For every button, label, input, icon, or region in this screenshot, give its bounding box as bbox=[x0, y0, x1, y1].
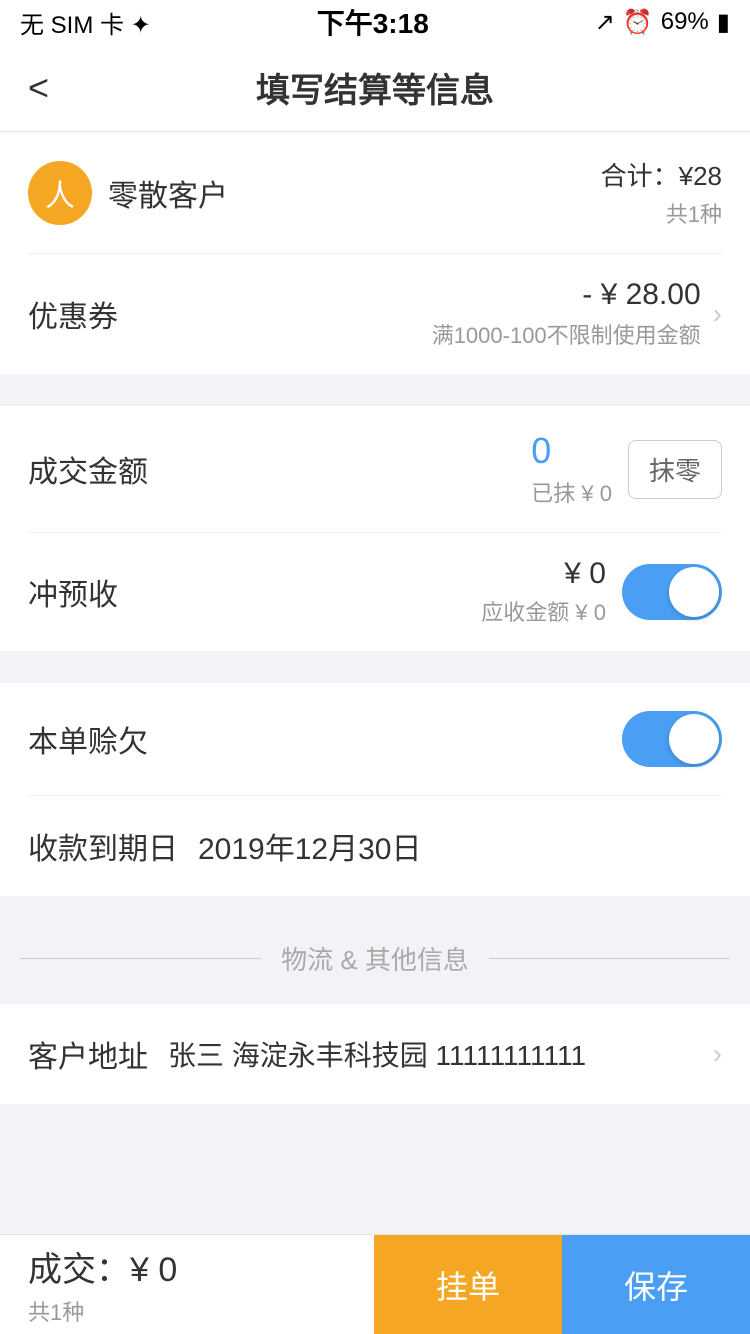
deal-amount-right: 0 已抹 ¥ 0 抹零 bbox=[531, 430, 722, 508]
chongyu-value: ¥ 0 bbox=[481, 557, 606, 591]
customer-name: 零散客户 bbox=[108, 171, 228, 215]
bottom-spacer bbox=[0, 1120, 750, 1236]
chongyu-sub: 应收金额 ¥ 0 bbox=[481, 595, 606, 627]
battery-icon: ▮ bbox=[717, 8, 730, 37]
coupon-label: 优惠券 bbox=[28, 292, 118, 336]
bottom-deal-label: 成交： bbox=[28, 1251, 130, 1289]
debt-label: 本单赊欠 bbox=[28, 717, 148, 761]
deal-amount-value[interactable]: 0 bbox=[531, 430, 612, 472]
deal-card: 成交金额 0 已抹 ¥ 0 抹零 冲预收 ¥ 0 应收金额 ¥ 0 bbox=[0, 406, 750, 651]
coupon-row[interactable]: 优惠券 - ¥ 28.00 满1000-100不限制使用金额 › bbox=[0, 254, 750, 374]
customer-total: 合计：¥28 共1种 bbox=[601, 156, 722, 229]
address-label: 客户地址 bbox=[28, 1032, 148, 1076]
logistics-label: 物流 & 其他信息 bbox=[281, 940, 469, 977]
customer-info: 人 零散客户 bbox=[28, 161, 228, 225]
chongyu-right: ¥ 0 应收金额 ¥ 0 bbox=[481, 557, 722, 627]
address-card: 客户地址 张三 海淀永丰科技园 11111111111 › bbox=[0, 1004, 750, 1104]
avatar: 人 bbox=[28, 161, 92, 225]
status-left: 无 SIM 卡 ✦ bbox=[20, 5, 151, 40]
section-separator-3 bbox=[0, 912, 750, 928]
deal-amount-label: 成交金额 bbox=[28, 447, 148, 491]
due-date-value[interactable]: 2019年12月30日 bbox=[198, 824, 421, 868]
page-title: 填写结算等信息 bbox=[256, 63, 494, 112]
deal-amount-sub: 已抹 ¥ 0 bbox=[531, 476, 612, 508]
debt-row: 本单赊欠 bbox=[0, 683, 750, 795]
coupon-desc: 满1000-100不限制使用金额 bbox=[432, 318, 701, 350]
due-date-label: 收款到期日 bbox=[28, 824, 178, 868]
bottom-deal-amount: 成交：¥ 0 bbox=[28, 1242, 346, 1291]
total-count: 共1种 bbox=[601, 197, 722, 229]
due-date-row: 收款到期日 2019年12月30日 bbox=[0, 796, 750, 896]
nav-bar: < 填写结算等信息 bbox=[0, 44, 750, 132]
status-right: ↗ ⏰ 69% ▮ bbox=[595, 8, 730, 37]
status-time: 下午3:18 bbox=[317, 2, 429, 42]
address-chevron-icon: › bbox=[713, 1038, 722, 1070]
bottom-count: 共1种 bbox=[28, 1295, 346, 1327]
coupon-right: - ¥ 28.00 满1000-100不限制使用金额 › bbox=[432, 278, 722, 350]
address-row[interactable]: 客户地址 张三 海淀永丰科技园 11111111111 › bbox=[0, 1004, 750, 1104]
toggle-knob-2 bbox=[669, 714, 719, 764]
no-sim-text: 无 SIM 卡 ✦ bbox=[20, 5, 151, 40]
bottom-deal-value: ¥ 0 bbox=[130, 1251, 177, 1289]
save-button[interactable]: 保存 bbox=[562, 1235, 750, 1334]
coupon-value: - ¥ 28.00 bbox=[432, 278, 701, 312]
logistics-section-header: 物流 & 其他信息 bbox=[0, 928, 750, 988]
alarm-icon: ⏰ bbox=[623, 8, 653, 37]
status-bar: 无 SIM 卡 ✦ 下午3:18 ↗ ⏰ 69% ▮ bbox=[0, 0, 750, 44]
chevron-right-icon: › bbox=[713, 298, 722, 330]
debt-card: 本单赊欠 收款到期日 2019年12月30日 bbox=[0, 683, 750, 896]
deal-amount-row: 成交金额 0 已抹 ¥ 0 抹零 bbox=[0, 406, 750, 532]
chongyu-row: 冲预收 ¥ 0 应收金额 ¥ 0 bbox=[0, 533, 750, 651]
chongyu-toggle[interactable] bbox=[622, 564, 722, 620]
battery-text: 69% bbox=[661, 8, 709, 36]
hang-order-button[interactable]: 挂单 bbox=[374, 1235, 562, 1334]
round-zero-button[interactable]: 抹零 bbox=[628, 440, 722, 499]
bottom-info: 成交：¥ 0 共1种 bbox=[0, 1235, 374, 1334]
total-amount: 合计：¥28 bbox=[601, 156, 722, 193]
address-value: 张三 海淀永丰科技园 11111111111 bbox=[168, 1034, 709, 1074]
chongyu-label: 冲预收 bbox=[28, 570, 118, 614]
location-icon: ↗ bbox=[595, 8, 615, 37]
section-separator-4 bbox=[0, 988, 750, 1004]
toggle-knob bbox=[669, 567, 719, 617]
customer-row: 人 零散客户 合计：¥28 共1种 bbox=[0, 132, 750, 253]
section-separator-1 bbox=[0, 390, 750, 406]
bottom-bar: 成交：¥ 0 共1种 挂单 保存 bbox=[0, 1234, 750, 1334]
section-separator-2 bbox=[0, 667, 750, 683]
debt-toggle[interactable] bbox=[622, 711, 722, 767]
customer-card: 人 零散客户 合计：¥28 共1种 优惠券 - ¥ 28.00 满1000-10… bbox=[0, 132, 750, 374]
back-button[interactable]: < bbox=[28, 67, 49, 109]
